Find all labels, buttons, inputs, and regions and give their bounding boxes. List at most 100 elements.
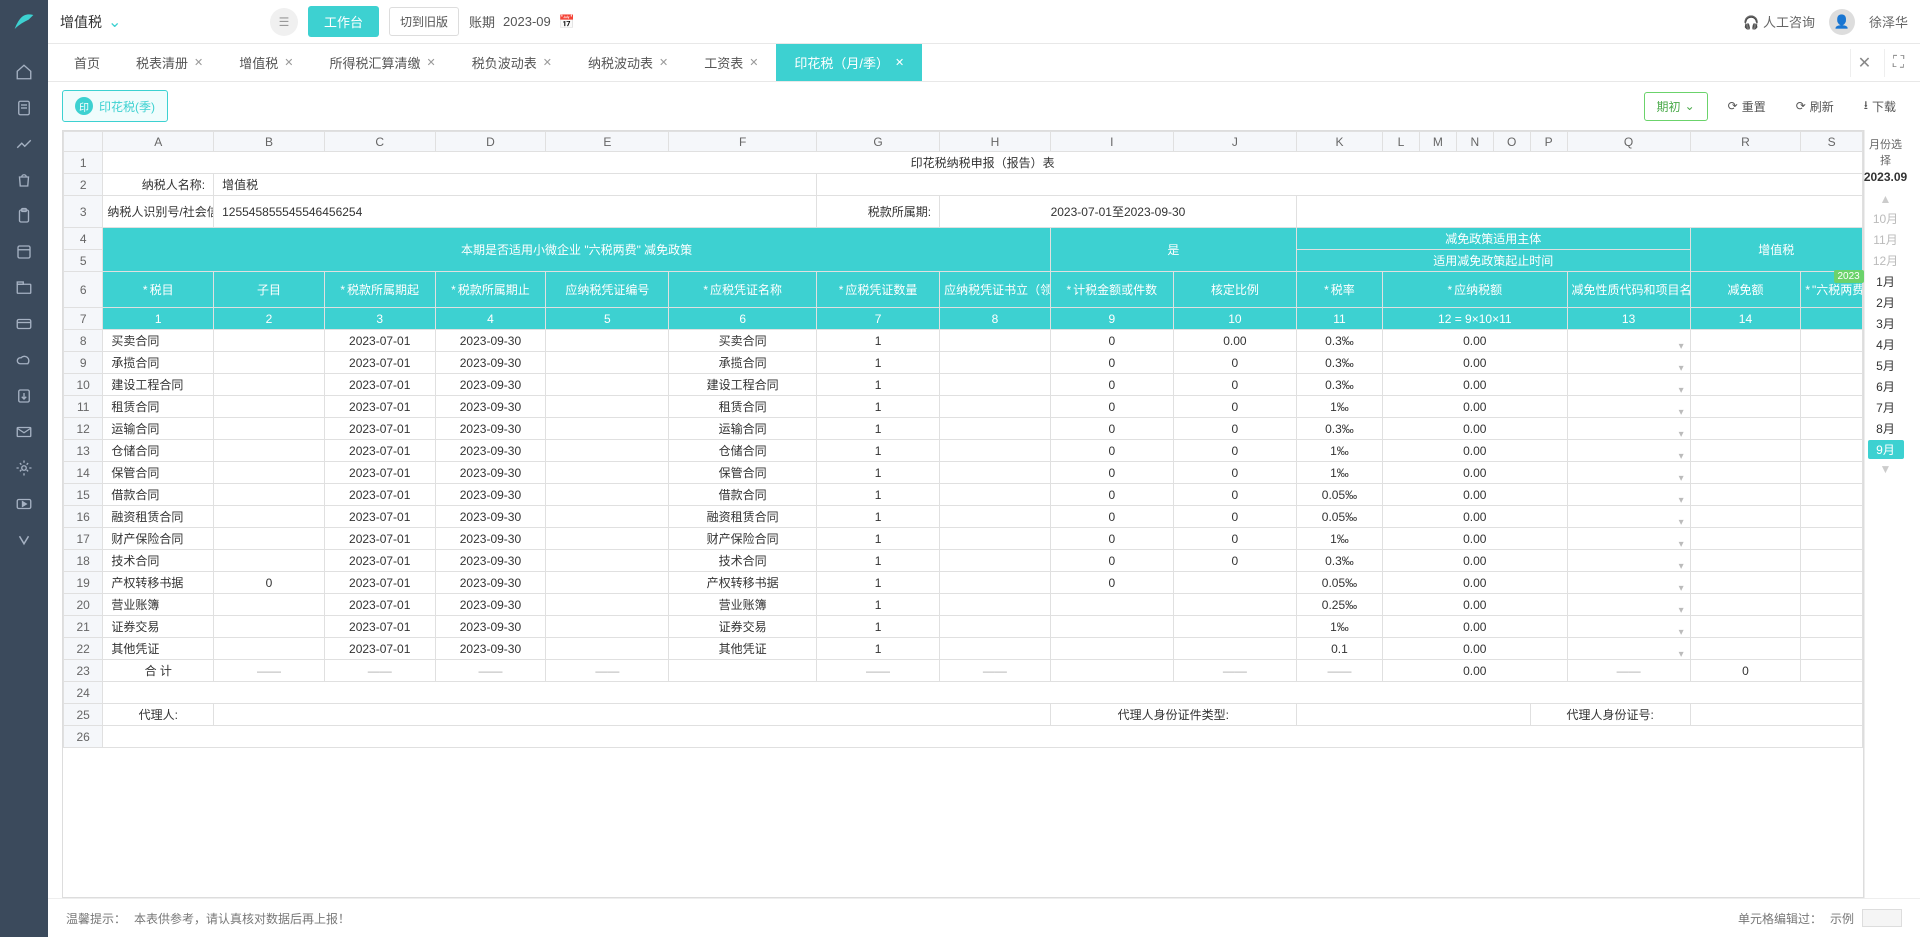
table-cell[interactable]: 0 — [214, 572, 325, 594]
table-cell[interactable] — [1050, 594, 1173, 616]
table-cell[interactable]: 其他凭证 — [103, 638, 214, 660]
nav-doc-icon[interactable] — [0, 90, 48, 126]
table-cell[interactable]: 租赁合同 — [669, 396, 817, 418]
table-cell[interactable] — [1690, 550, 1801, 572]
table-cell[interactable] — [1050, 638, 1173, 660]
tab-3[interactable]: 所得税汇算清缴✕ — [311, 44, 453, 81]
nav-bag-icon[interactable] — [0, 162, 48, 198]
table-cell[interactable]: 2023-09-30 — [435, 462, 546, 484]
table-cell[interactable]: 0 — [1050, 352, 1173, 374]
nav-mail-icon[interactable] — [0, 414, 48, 450]
table-cell[interactable] — [940, 396, 1051, 418]
table-cell[interactable]: 技术合同 — [103, 550, 214, 572]
table-cell[interactable]: 2023-09-30 — [435, 528, 546, 550]
table-cell[interactable]: 0 — [1050, 572, 1173, 594]
table-cell[interactable]: 0.00 — [1383, 484, 1568, 506]
table-cell[interactable] — [1690, 330, 1801, 352]
month-item[interactable]: 2月 — [1868, 293, 1904, 312]
month-item[interactable]: 11月 — [1868, 230, 1904, 249]
table-cell[interactable] — [214, 396, 325, 418]
col-header[interactable]: M — [1419, 132, 1456, 152]
corner-cell[interactable] — [64, 132, 103, 152]
table-cell[interactable] — [1690, 396, 1801, 418]
table-cell[interactable] — [214, 506, 325, 528]
table-cell[interactable] — [214, 484, 325, 506]
dropdown-cell[interactable] — [1567, 330, 1690, 352]
table-cell[interactable] — [214, 418, 325, 440]
table-cell[interactable]: 2023-09-30 — [435, 484, 546, 506]
table-cell[interactable]: 0 — [1173, 352, 1296, 374]
table-cell[interactable]: 0.00 — [1383, 374, 1568, 396]
table-cell[interactable] — [546, 418, 669, 440]
nav-export-icon[interactable] — [0, 378, 48, 414]
month-item[interactable]: 7月 — [1868, 398, 1904, 417]
table-cell[interactable]: 0.3‰ — [1296, 352, 1382, 374]
dropdown-cell[interactable] — [1567, 462, 1690, 484]
table-cell[interactable]: 运输合同 — [103, 418, 214, 440]
table-cell[interactable]: 0.3‰ — [1296, 418, 1382, 440]
table-cell[interactable]: 1‰ — [1296, 528, 1382, 550]
table-cell[interactable]: 0 — [1173, 550, 1296, 572]
table-cell[interactable]: 2023-07-01 — [324, 528, 435, 550]
table-cell[interactable]: 1 — [817, 594, 940, 616]
table-cell[interactable]: 2023-07-01 — [324, 594, 435, 616]
table-cell[interactable]: 建设工程合同 — [669, 374, 817, 396]
table-cell[interactable]: 0.00 — [1383, 352, 1568, 374]
tab-0[interactable]: 首页 — [56, 44, 118, 81]
table-cell[interactable]: 产权转移书据 — [669, 572, 817, 594]
table-cell[interactable]: 0.00 — [1383, 330, 1568, 352]
table-cell[interactable]: 0 — [1173, 506, 1296, 528]
dropdown-cell[interactable] — [1567, 594, 1690, 616]
table-cell[interactable] — [546, 440, 669, 462]
month-item[interactable]: 9月 — [1868, 440, 1904, 459]
table-cell[interactable]: 1‰ — [1296, 440, 1382, 462]
col-header[interactable]: P — [1530, 132, 1567, 152]
help-link[interactable]: 🎧 人工咨询 — [1743, 12, 1815, 31]
table-cell[interactable]: 0 — [1173, 440, 1296, 462]
dropdown-cell[interactable] — [1567, 484, 1690, 506]
table-cell[interactable] — [546, 550, 669, 572]
table-cell[interactable]: 承揽合同 — [103, 352, 214, 374]
table-cell[interactable]: 承揽合同 — [669, 352, 817, 374]
table-cell[interactable]: 2023-07-01 — [324, 396, 435, 418]
table-cell[interactable] — [940, 352, 1051, 374]
table-cell[interactable]: 1 — [817, 440, 940, 462]
table-cell[interactable]: 2023-09-30 — [435, 638, 546, 660]
close-icon[interactable]: ✕ — [895, 56, 904, 69]
nav-book-icon[interactable] — [0, 234, 48, 270]
table-cell[interactable]: 借款合同 — [103, 484, 214, 506]
col-header[interactable]: Q — [1567, 132, 1690, 152]
table-cell[interactable] — [546, 506, 669, 528]
table-cell[interactable] — [1801, 484, 1863, 506]
table-cell[interactable]: 2023-07-01 — [324, 572, 435, 594]
table-cell[interactable]: 2023-09-30 — [435, 418, 546, 440]
table-cell[interactable]: 买卖合同 — [103, 330, 214, 352]
dropdown-cell[interactable] — [1567, 550, 1690, 572]
table-cell[interactable] — [1690, 506, 1801, 528]
table-cell[interactable]: 1 — [817, 550, 940, 572]
table-cell[interactable]: 0.05‰ — [1296, 572, 1382, 594]
nav-v-icon[interactable] — [0, 522, 48, 558]
table-cell[interactable] — [214, 352, 325, 374]
table-cell[interactable]: 0.00 — [1383, 572, 1568, 594]
table-cell[interactable] — [546, 396, 669, 418]
table-cell[interactable]: 0 — [1173, 484, 1296, 506]
col-header[interactable]: B — [214, 132, 325, 152]
table-cell[interactable]: 0 — [1050, 550, 1173, 572]
dropdown-cell[interactable] — [1567, 572, 1690, 594]
table-cell[interactable]: 0.00 — [1173, 330, 1296, 352]
table-cell[interactable]: 租赁合同 — [103, 396, 214, 418]
expand-icon[interactable]: ⛶ — [1884, 49, 1912, 77]
col-header[interactable]: G — [817, 132, 940, 152]
spreadsheet[interactable]: ABCDEFGHIJKLMNOPQRS1印花税纳税申报（报告）表2纳税人名称:增… — [62, 130, 1864, 898]
table-cell[interactable]: 1 — [817, 528, 940, 550]
table-cell[interactable] — [1801, 572, 1863, 594]
table-cell[interactable]: 0.00 — [1383, 638, 1568, 660]
table-cell[interactable]: 保管合同 — [669, 462, 817, 484]
close-icon[interactable]: ✕ — [659, 56, 668, 69]
taxpayer-id[interactable]: 125545855545546456254 — [214, 196, 817, 228]
table-cell[interactable]: 0 — [1050, 528, 1173, 550]
table-cell[interactable] — [546, 484, 669, 506]
table-cell[interactable] — [940, 594, 1051, 616]
table-cell[interactable] — [546, 638, 669, 660]
